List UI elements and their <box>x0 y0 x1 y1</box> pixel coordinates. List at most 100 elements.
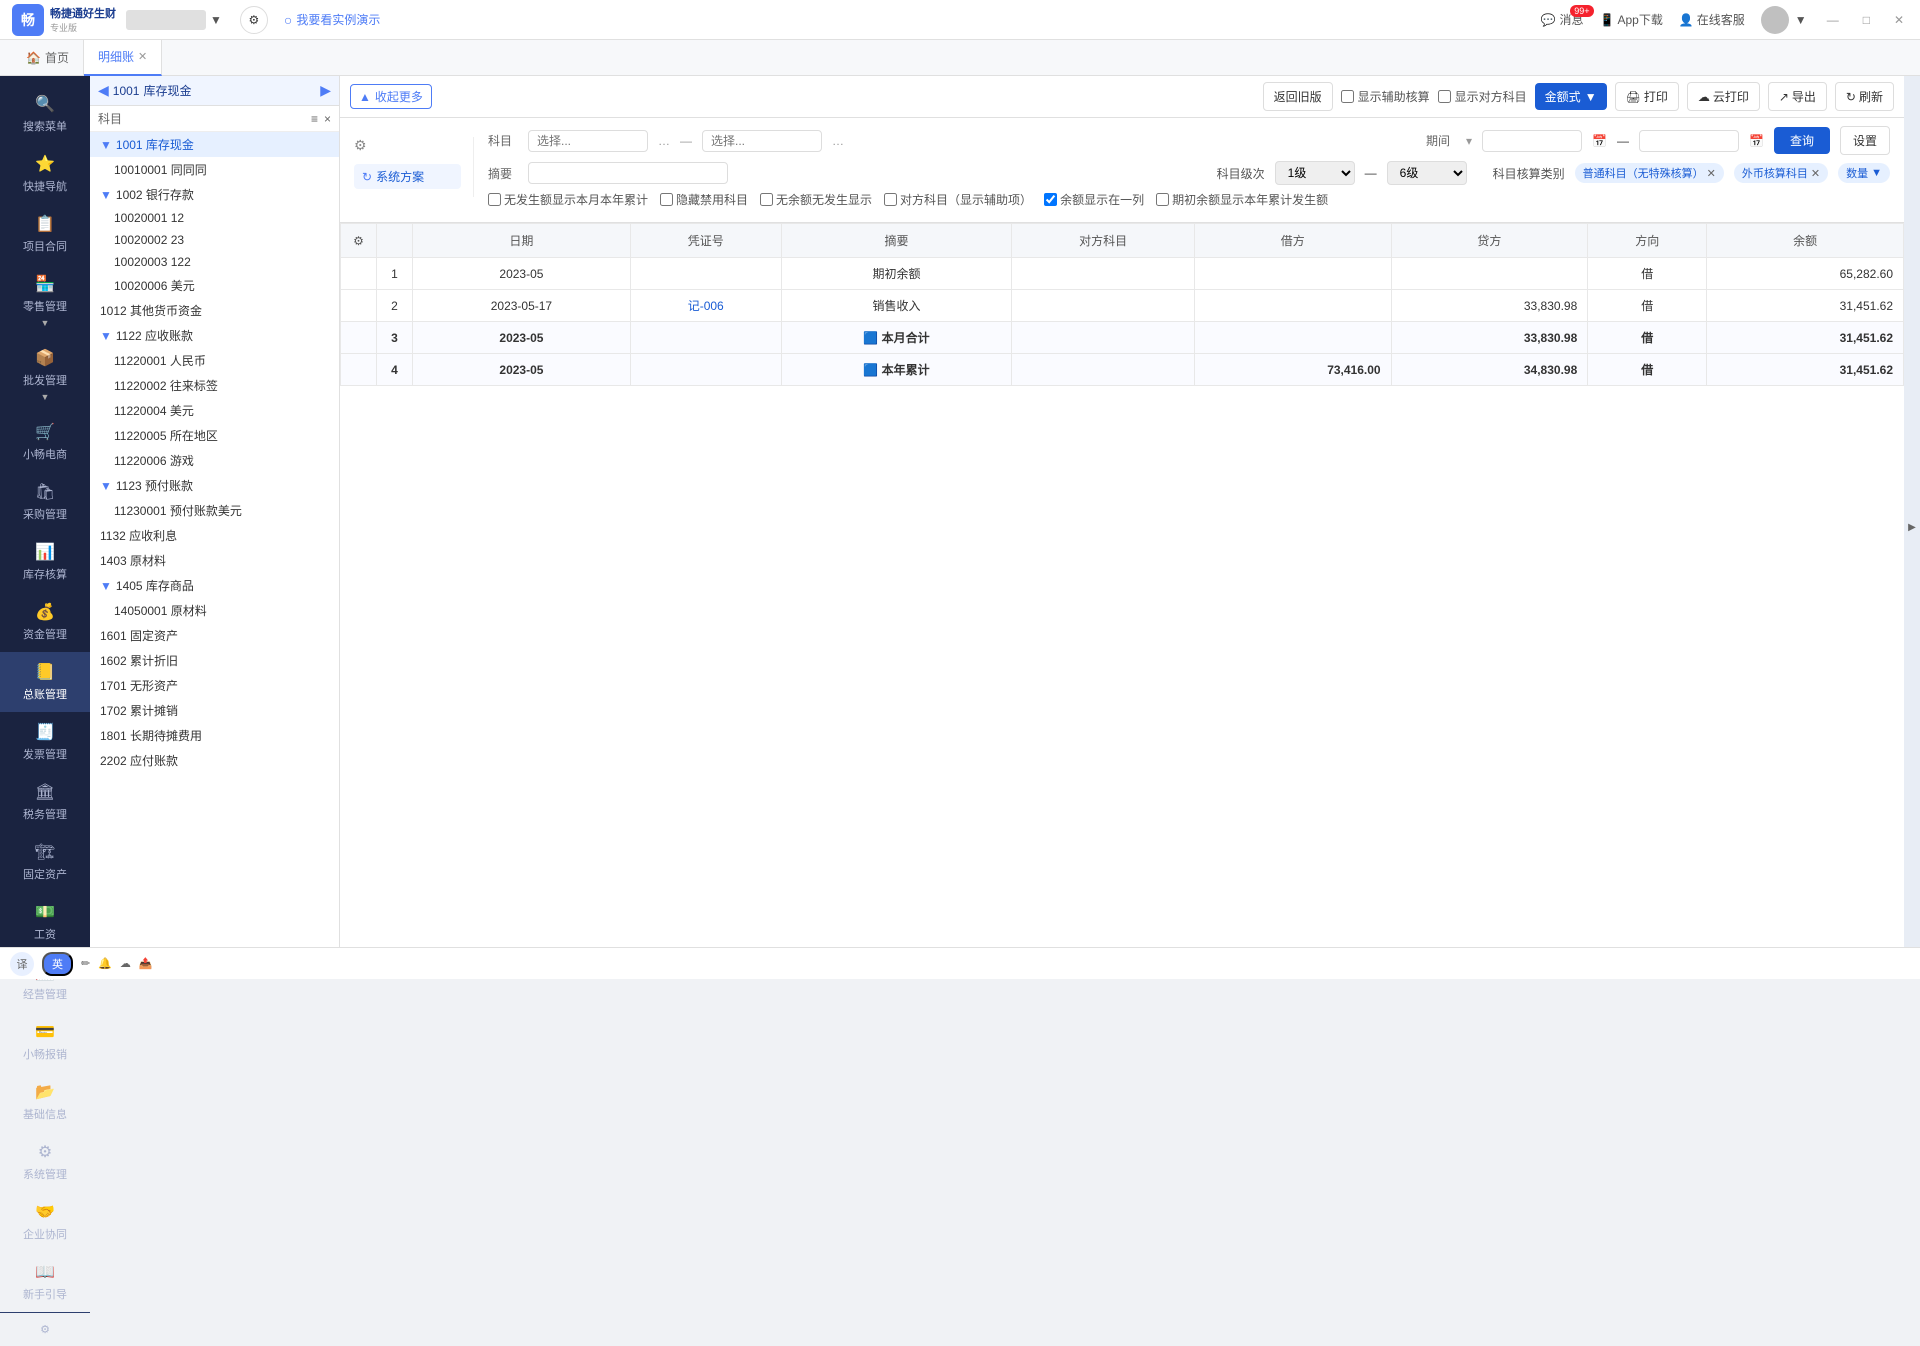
sidebar-item-capital[interactable]: 💰 资金管理 <box>0 592 90 652</box>
cloud-print-button[interactable]: ☁ 云打印 <box>1687 82 1760 111</box>
bell-icon[interactable]: 🔔 <box>98 957 112 970</box>
upload-icon[interactable]: 📤 <box>139 957 153 970</box>
tree-node-1012[interactable]: 1012 其他货币资金 <box>90 298 339 323</box>
option-balance-col-input[interactable] <box>1044 193 1057 206</box>
user-info[interactable]: ▼ <box>1761 6 1807 34</box>
option-no-balance[interactable]: 无发生额显示本月本年累计 <box>488 191 648 208</box>
settings-button[interactable]: ⚙ <box>240 6 268 34</box>
tag-close-normal[interactable]: ✕ <box>1707 167 1716 180</box>
show-aux-checkbox[interactable]: 显示辅助核算 <box>1341 88 1430 105</box>
tag-quantity[interactable]: 数量 ▼ <box>1838 163 1890 183</box>
option-opening[interactable]: 期初余额显示本年累计发生额 <box>1156 191 1328 208</box>
refresh-button[interactable]: ↻ 刷新 <box>1835 82 1894 111</box>
tree-node-1801[interactable]: 1801 长期待摊费用 <box>90 723 339 748</box>
subject-input[interactable] <box>528 130 648 152</box>
tree-node-11220001[interactable]: 11220001 人民币 <box>90 348 339 373</box>
subject-end-input[interactable] <box>702 130 822 152</box>
current-account-bar[interactable]: ◀ 1001 库存现金 ▶ <box>90 76 339 106</box>
option-contra-input[interactable] <box>884 193 897 206</box>
sidebar-item-guide[interactable]: 📖 新手引导 <box>0 1252 90 1312</box>
option-hide-disabled-input[interactable] <box>660 193 673 206</box>
scheme-settings-icon[interactable]: ⚙ <box>354 137 461 154</box>
tab-home[interactable]: 🏠 首页 <box>12 40 84 76</box>
tree-node-1403[interactable]: 1403 原材料 <box>90 548 339 573</box>
option-opening-input[interactable] <box>1156 193 1169 206</box>
sidebar-item-cooperation[interactable]: 🤝 企业协同 <box>0 1192 90 1252</box>
tree-node-1602[interactable]: 1602 累计折旧 <box>90 648 339 673</box>
tree-node-11230001[interactable]: 11230001 预付账款美元 <box>90 498 339 523</box>
summary-input[interactable] <box>528 162 728 184</box>
sidebar-item-ecommerce[interactable]: 🛒 小畅电商 <box>0 412 90 472</box>
tree-node-1601[interactable]: 1601 固定资产 <box>90 623 339 648</box>
currency-dropdown-button[interactable]: 金额式 ▼ <box>1535 83 1607 110</box>
option-no-amount-input[interactable] <box>760 193 773 206</box>
edit-icon[interactable]: ✏ <box>81 957 90 970</box>
period-start-input[interactable]: 2023-05 <box>1482 130 1582 152</box>
tree-node-1702[interactable]: 1702 累计摊销 <box>90 698 339 723</box>
show-contra-input[interactable] <box>1438 90 1451 103</box>
tree-node-1405[interactable]: ▼ 1405 库存商品 <box>90 573 339 598</box>
tab-ledger[interactable]: 明细账 ✕ <box>84 40 162 76</box>
tree-columns-icon[interactable]: ≡ <box>311 112 318 126</box>
tree-node-1132[interactable]: 1132 应收利息 <box>90 523 339 548</box>
window-close[interactable]: ✕ <box>1890 13 1908 27</box>
tag-normal[interactable]: 普通科目（无特殊核算） ✕ <box>1575 163 1724 183</box>
sidebar-item-sales[interactable]: 💳 小畅报销 <box>0 1012 90 1072</box>
sidebar-item-wholesale[interactable]: 📦 批发管理 ▼ <box>0 338 90 412</box>
sidebar-item-basics[interactable]: 📂 基础信息 <box>0 1072 90 1132</box>
sidebar-item-invoice[interactable]: 🧾 发票管理 <box>0 712 90 772</box>
app-download-button[interactable]: 📱 App下载 <box>1600 11 1663 28</box>
option-no-balance-input[interactable] <box>488 193 501 206</box>
sidebar-item-tax[interactable]: 🏛 税务管理 <box>0 772 90 832</box>
period-end-input[interactable]: 2023-05 <box>1639 130 1739 152</box>
option-no-amount[interactable]: 无余额无发生显示 <box>760 191 872 208</box>
app-selector[interactable]: ▼ <box>116 10 232 30</box>
option-hide-disabled[interactable]: 隐藏禁用科目 <box>660 191 748 208</box>
window-minimize[interactable]: — <box>1823 13 1843 27</box>
lang-button[interactable]: 英 <box>42 952 73 976</box>
tree-node-1001[interactable]: ▼ 1001 库存现金 <box>90 132 339 157</box>
collapse-more-button[interactable]: ▲ 收起更多 <box>350 84 432 109</box>
query-button[interactable]: 查询 <box>1774 127 1830 154</box>
tree-node-10020001[interactable]: 10020001 12 <box>90 207 339 229</box>
tree-node-1123[interactable]: ▼ 1123 预付账款 <box>90 473 339 498</box>
tree-node-1122[interactable]: ▼ 1122 应收账款 <box>90 323 339 348</box>
settings-button-filter[interactable]: 设置 <box>1840 126 1890 155</box>
online-service-button[interactable]: 👤 在线客服 <box>1679 11 1745 28</box>
sidebar-item-ledger[interactable]: 📒 总账管理 <box>0 652 90 712</box>
level-start-select[interactable]: 1级2级3级 <box>1275 161 1355 185</box>
tree-node-10010001[interactable]: 10010001 同同同 <box>90 157 339 182</box>
show-aux-input[interactable] <box>1341 90 1354 103</box>
demo-link[interactable]: ○ 我要看实例演示 <box>284 11 380 28</box>
sidebar-item-quick-nav[interactable]: ⭐ 快捷导航 <box>0 144 90 204</box>
option-balance-col[interactable]: 余额显示在一列 <box>1044 191 1144 208</box>
right-panel-toggle[interactable]: ▶ <box>1904 76 1920 979</box>
nav-right-icon[interactable]: ▶ <box>320 82 331 99</box>
sidebar-item-project[interactable]: 📋 项目合同 <box>0 204 90 264</box>
tab-close-ledger[interactable]: ✕ <box>138 50 147 63</box>
sidebar-item-inventory[interactable]: 📊 库存核算 <box>0 532 90 592</box>
sidebar-item-search[interactable]: 🔍 搜索菜单 <box>0 84 90 144</box>
print-button[interactable]: 🖨 打印 <box>1615 82 1679 111</box>
sidebar-item-system[interactable]: ⚙ 系统管理 <box>0 1132 90 1192</box>
tree-close-icon[interactable]: × <box>324 112 331 126</box>
option-contra[interactable]: 对方科目（显示辅助项） <box>884 191 1032 208</box>
tree-node-11220002[interactable]: 11220002 往来标签 <box>90 373 339 398</box>
level-end-select[interactable]: 6级5级4级 <box>1387 161 1467 185</box>
nav-left-icon[interactable]: ◀ <box>98 82 109 99</box>
voucher-link[interactable]: 记-006 <box>688 299 724 313</box>
sidebar-settings-btn[interactable]: ⚙ <box>0 1312 90 1346</box>
message-button[interactable]: 💬 消息 99+ <box>1541 11 1584 28</box>
show-contra-checkbox[interactable]: 显示对方科目 <box>1438 88 1527 105</box>
tree-node-1701[interactable]: 1701 无形资产 <box>90 673 339 698</box>
sidebar-item-assets[interactable]: 🏗 固定资产 <box>0 832 90 892</box>
sidebar-item-payroll[interactable]: 💵 工资 <box>0 892 90 952</box>
return-old-button[interactable]: 返回旧版 <box>1263 82 1333 111</box>
cloud-icon[interactable]: ☁ <box>120 957 131 970</box>
tree-node-1002[interactable]: ▼ 1002 银行存款 <box>90 182 339 207</box>
export-button[interactable]: ↗ 导出 <box>1768 82 1827 111</box>
tree-node-10020002[interactable]: 10020002 23 <box>90 229 339 251</box>
tree-node-14050001[interactable]: 14050001 原材料 <box>90 598 339 623</box>
tree-node-2202[interactable]: 2202 应付账款 <box>90 748 339 773</box>
tag-close-foreign[interactable]: ✕ <box>1811 167 1820 180</box>
